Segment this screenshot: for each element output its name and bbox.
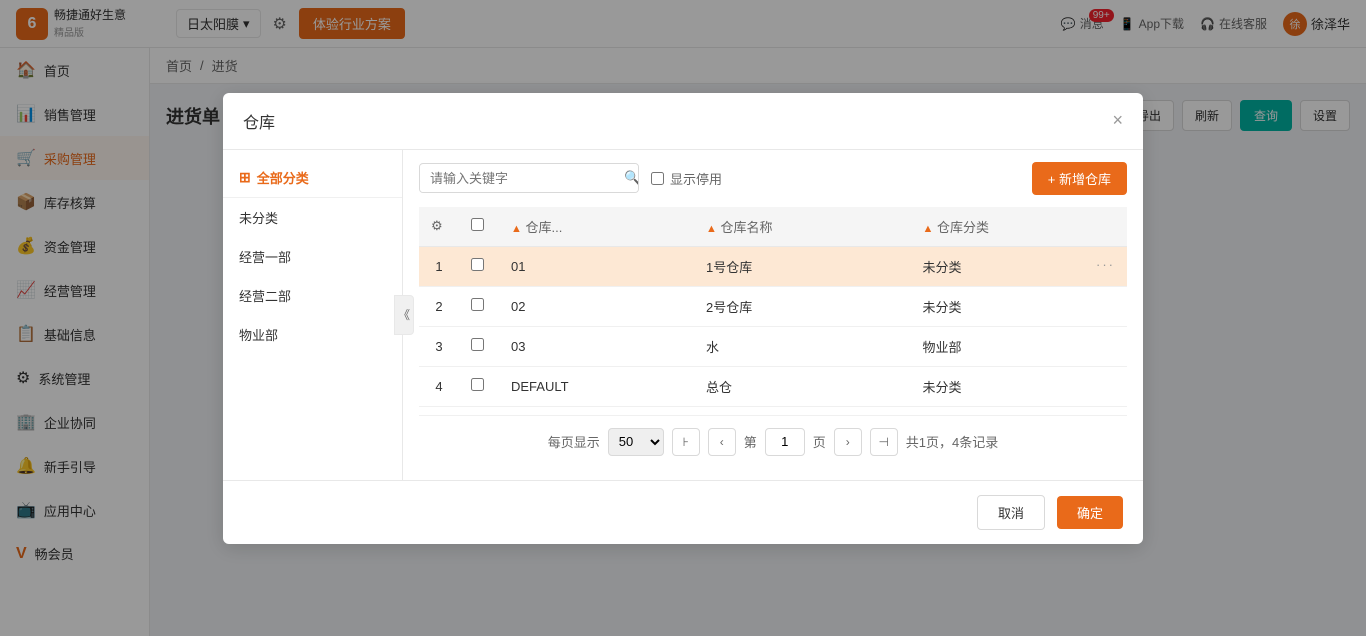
warehouse-modal: 仓库 × ⊞ 全部分类 《 未分类 经营一部 [223, 93, 1143, 544]
category-item-dept2[interactable]: 经营二部 [223, 276, 402, 315]
table-head: ⚙ ▲ 仓库... ▲ [419, 207, 1127, 247]
category-item-property[interactable]: 物业部 [223, 315, 402, 354]
row-checkbox-4[interactable] [459, 366, 499, 406]
row-category-3: 物业部 [911, 326, 1128, 366]
row-code-1: 01 [499, 246, 694, 286]
modal-overlay: 仓库 × ⊞ 全部分类 《 未分类 经营一部 [0, 0, 1366, 636]
row-code-3: 03 [499, 326, 694, 366]
row-name-3: 水 [694, 326, 910, 366]
category-collapse-button[interactable]: 《 [394, 295, 414, 335]
page-suffix: 页 [813, 432, 826, 451]
modal-header: 仓库 × [223, 93, 1143, 150]
confirm-button[interactable]: 确定 [1057, 496, 1123, 529]
action-dots-1[interactable]: ··· [1096, 257, 1115, 272]
select-all-checkbox[interactable] [471, 218, 484, 231]
col-gear: ⚙ [419, 207, 459, 247]
row-checkbox-2[interactable] [459, 286, 499, 326]
row-name-2: 2号仓库 [694, 286, 910, 326]
row-code-4: DEFAULT [499, 366, 694, 406]
category-header-label: 全部分类 [257, 168, 309, 187]
col-checkbox [459, 207, 499, 247]
search-button[interactable]: 🔍 [616, 164, 639, 192]
total-info: 共1页，4条记录 [906, 432, 998, 451]
table-panel: 🔍 显示停用 + 新增仓库 ⚙ [403, 150, 1143, 480]
table-row[interactable]: 2 02 2号仓库 未分类 [419, 286, 1127, 326]
col-code-header: ▲ 仓库... [499, 207, 694, 247]
modal-close-button[interactable]: × [1112, 110, 1123, 131]
col-name-header: ▲ 仓库名称 [694, 207, 910, 247]
per-page-select[interactable]: 50 100 200 [608, 428, 664, 456]
row-num-3: 3 [419, 326, 459, 366]
sort-icon: ▲ [511, 223, 522, 235]
collapse-icon: 《 [398, 306, 410, 323]
gear-icon: ⚙ [431, 218, 443, 233]
warehouse-table: ⚙ ▲ 仓库... ▲ [419, 207, 1127, 407]
sort-icon-name: ▲ [706, 223, 717, 235]
show-disabled-text: 显示停用 [670, 169, 722, 188]
table-row[interactable]: 4 DEFAULT 总仓 未分类 [419, 366, 1127, 406]
category-item-dept1[interactable]: 经营一部 [223, 237, 402, 276]
table-toolbar: 🔍 显示停用 + 新增仓库 [419, 162, 1127, 195]
new-warehouse-button[interactable]: + 新增仓库 [1032, 162, 1127, 195]
first-page-button[interactable]: ⊦ [672, 428, 700, 456]
category-header: ⊞ 全部分类 [223, 158, 402, 198]
modal-body: ⊞ 全部分类 《 未分类 经营一部 经营二部 物业部 [223, 150, 1143, 480]
last-page-button[interactable]: ⊣ [870, 428, 898, 456]
row-name-1: 1号仓库 [694, 246, 910, 286]
show-disabled-label[interactable]: 显示停用 [651, 169, 722, 188]
row-code-2: 02 [499, 286, 694, 326]
row-checkbox-3[interactable] [459, 326, 499, 366]
row-name-4: 总仓 [694, 366, 910, 406]
row-num-4: 4 [419, 366, 459, 406]
prev-page-button[interactable]: ‹ [708, 428, 736, 456]
col-category-header: ▲ 仓库分类 [911, 207, 1128, 247]
row-checkbox-1[interactable] [459, 246, 499, 286]
table-row[interactable]: 3 03 水 物业部 [419, 326, 1127, 366]
category-panel: ⊞ 全部分类 《 未分类 经营一部 经营二部 物业部 [223, 150, 403, 480]
table-body: 1 01 1号仓库 未分类 ··· 2 0 [419, 246, 1127, 406]
grid-icon: ⊞ [239, 169, 251, 186]
modal-footer: 取消 确定 [223, 480, 1143, 544]
row-num-1: 1 [419, 246, 459, 286]
page-number-input[interactable] [765, 428, 805, 456]
row-category-2: 未分类 [911, 286, 1128, 326]
category-item-unclassified[interactable]: 未分类 [223, 198, 402, 237]
table-container: ⚙ ▲ 仓库... ▲ [419, 207, 1127, 407]
cancel-button[interactable]: 取消 [977, 495, 1045, 530]
search-input[interactable] [420, 165, 616, 192]
next-page-button[interactable]: › [834, 428, 862, 456]
page-label: 第 [744, 432, 757, 451]
per-page-label: 每页显示 [548, 432, 600, 451]
sort-icon-category: ▲ [923, 223, 934, 235]
search-box: 🔍 [419, 163, 639, 193]
row-category-1: 未分类 ··· [911, 246, 1128, 286]
modal-title: 仓库 [243, 109, 275, 133]
table-header-row: ⚙ ▲ 仓库... ▲ [419, 207, 1127, 247]
row-category-4: 未分类 [911, 366, 1128, 406]
pagination: 每页显示 50 100 200 ⊦ ‹ 第 页 › ⊣ 共1页，4条记录 [419, 415, 1127, 468]
show-disabled-checkbox[interactable] [651, 172, 664, 185]
table-row[interactable]: 1 01 1号仓库 未分类 ··· [419, 246, 1127, 286]
row-num-2: 2 [419, 286, 459, 326]
